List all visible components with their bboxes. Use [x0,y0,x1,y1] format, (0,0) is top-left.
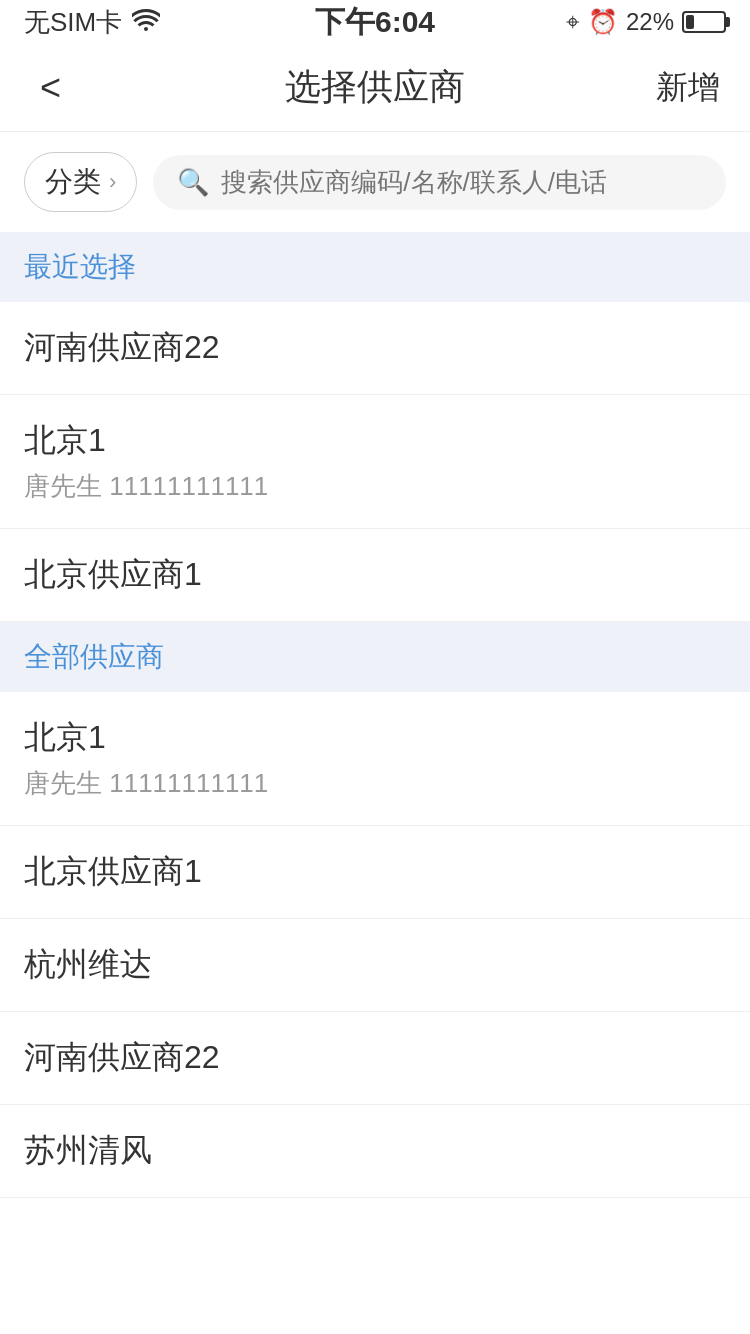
item-name: 北京供应商1 [24,553,726,597]
recent-section-header: 最近选择 [0,232,750,302]
search-input[interactable] [221,167,702,198]
nav-bar: < 选择供应商 新增 [0,44,750,132]
all-list-item[interactable]: 北京1 唐先生 11111111111 [0,692,750,826]
item-sub: 唐先生 11111111111 [24,469,726,504]
page-title: 选择供应商 [285,63,465,112]
chevron-right-icon: › [109,169,116,195]
item-name: 北京1 [24,716,726,760]
filter-bar: 分类 › 🔍 [0,132,750,232]
alarm-icon: ⏰ [588,8,618,36]
status-time: 下午6:04 [315,2,435,43]
all-list-item[interactable]: 杭州维达 [0,919,750,1012]
wifi-icon [132,7,160,38]
search-icon: 🔍 [177,167,209,198]
item-name: 苏州清风 [24,1129,726,1173]
recent-list-item[interactable]: 北京1 唐先生 11111111111 [0,395,750,529]
category-label: 分类 [45,163,101,201]
carrier-text: 无SIM卡 [24,5,122,40]
status-bar: 无SIM卡 下午6:04 ⌖ ⏰ 22% [0,0,750,44]
battery-icon [682,11,726,33]
add-button[interactable]: 新增 [656,66,720,110]
item-name: 北京供应商1 [24,850,726,894]
recent-list-item[interactable]: 河南供应商22 [0,302,750,395]
all-list-item[interactable]: 河南供应商22 [0,1012,750,1105]
item-sub: 唐先生 11111111111 [24,766,726,801]
search-bar: 🔍 [153,155,726,210]
battery-percent: 22% [626,8,674,36]
recent-list-item[interactable]: 北京供应商1 [0,529,750,622]
all-list-item[interactable]: 北京供应商1 [0,826,750,919]
all-list: 北京1 唐先生 11111111111 北京供应商1 杭州维达河南供应商22 苏州清风 [0,692,750,1198]
all-section-header: 全部供应商 [0,622,750,692]
item-name: 河南供应商22 [24,326,726,370]
all-list-item[interactable]: 苏州清风 [0,1105,750,1198]
item-name: 河南供应商22 [24,1036,726,1080]
recent-list: 河南供应商22 北京1 唐先生 11111111111 北京供应商1 [0,302,750,622]
status-left: 无SIM卡 [24,5,160,40]
back-button[interactable]: < [30,57,71,119]
location-icon: ⌖ [566,8,580,36]
category-filter[interactable]: 分类 › [24,152,137,212]
item-name: 杭州维达 [24,943,726,987]
status-right: ⌖ ⏰ 22% [566,8,726,36]
item-name: 北京1 [24,419,726,463]
